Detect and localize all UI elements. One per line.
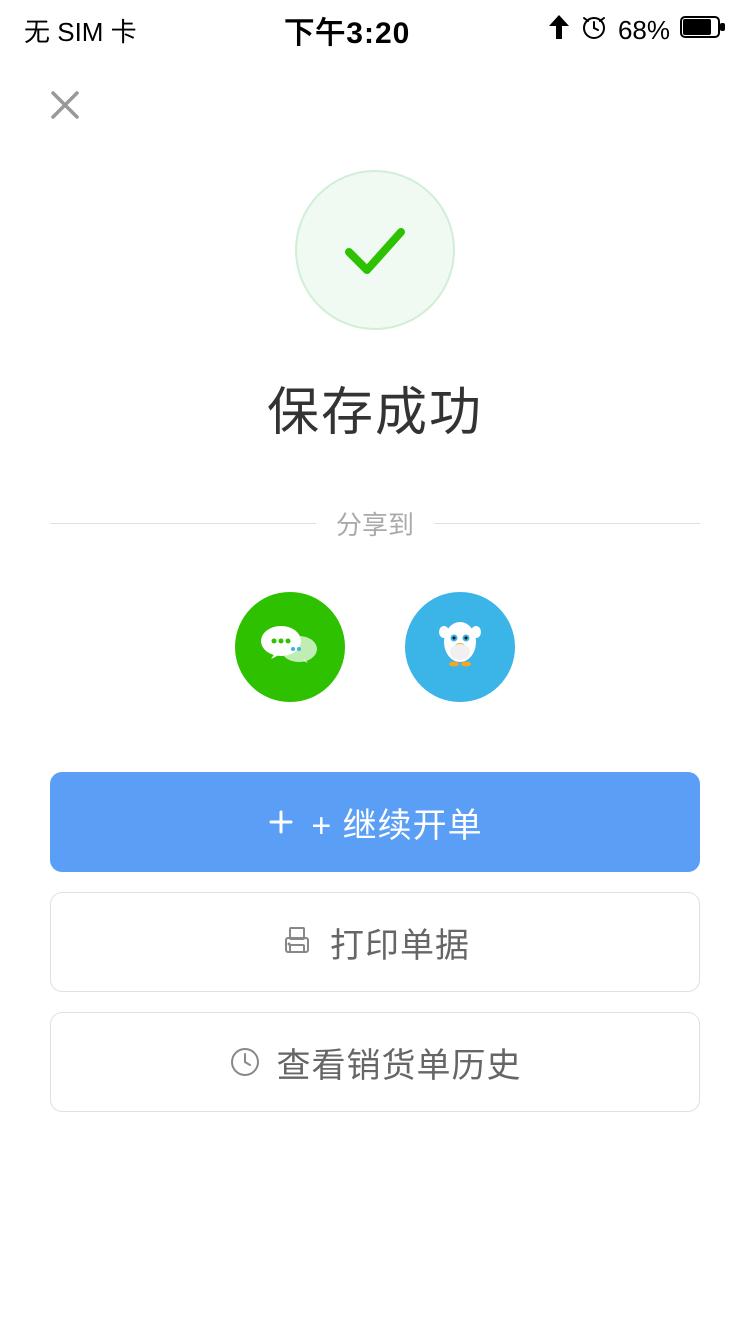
qq-icon [427, 614, 493, 680]
history-button[interactable]: 查看销货单历史 [50, 1012, 700, 1112]
print-button[interactable]: 打印单据 [50, 892, 700, 992]
alarm-icon [580, 13, 608, 48]
plus-icon [267, 808, 295, 836]
share-icons [235, 592, 515, 702]
qq-share-button[interactable] [405, 592, 515, 702]
checkmark-icon [335, 210, 415, 290]
battery-text: 68% [618, 15, 670, 46]
wechat-icon [257, 619, 323, 675]
share-line-right [434, 523, 700, 524]
status-bar: 无 SIM 卡 下午3:20 68% [0, 0, 750, 60]
status-left: 无 SIM 卡 [24, 12, 147, 49]
continue-order-label: + 继续开单 [311, 798, 482, 847]
main-content: 保存成功 分享到 [0, 150, 750, 1334]
print-label: 打印单据 [330, 918, 470, 967]
share-divider: 分享到 [50, 505, 700, 542]
share-label: 分享到 [336, 505, 414, 542]
continue-order-button[interactable]: + 继续开单 [50, 772, 700, 872]
history-icon [229, 1046, 261, 1078]
action-buttons: + 继续开单 打印单据 查看销货单历史 [50, 772, 700, 1112]
success-title: 保存成功 [267, 370, 483, 445]
success-icon-circle [295, 170, 455, 330]
time-display: 下午3:20 [284, 8, 410, 52]
close-area [0, 60, 750, 150]
carrier-text: 无 SIM 卡 [24, 12, 137, 49]
wechat-share-button[interactable] [235, 592, 345, 702]
location-icon [548, 13, 570, 48]
print-icon [280, 927, 314, 957]
status-right: 68% [548, 13, 726, 48]
close-button[interactable] [40, 80, 90, 130]
share-line-left [50, 523, 316, 524]
battery-icon [680, 15, 726, 46]
history-label: 查看销货单历史 [277, 1038, 522, 1087]
